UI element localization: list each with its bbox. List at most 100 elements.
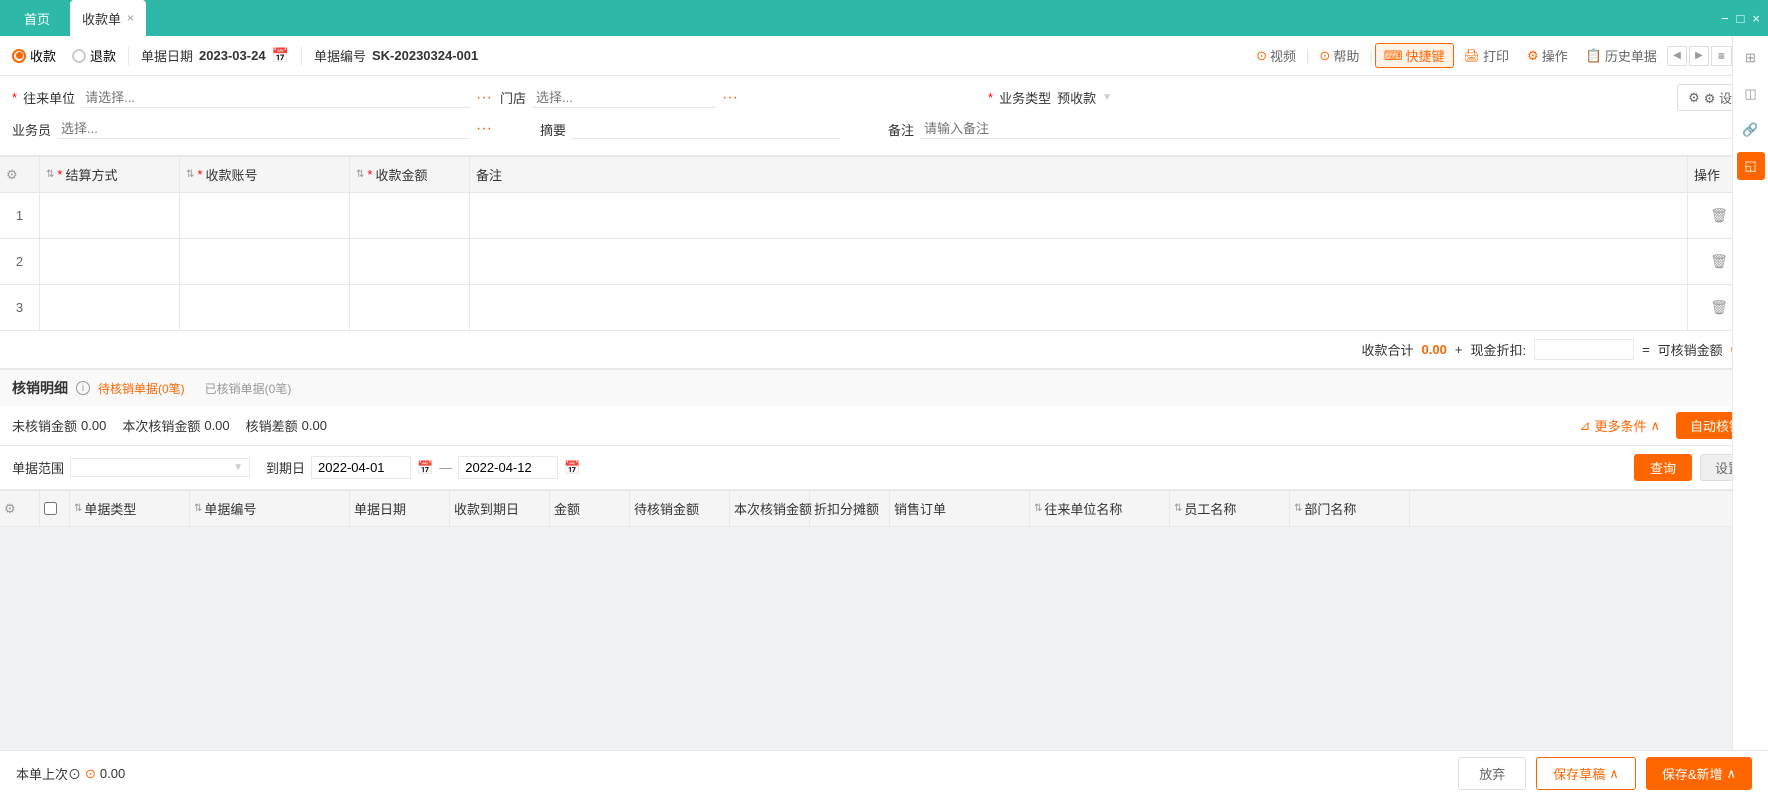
reconciliation-info-icon[interactable]: i (76, 381, 90, 395)
per-order-info-icon[interactable]: ⊙ (85, 766, 96, 782)
row-3-account[interactable] (180, 285, 350, 330)
row-2-remarks[interactable] (470, 239, 1688, 284)
business-type-arrow[interactable]: ▼ (1102, 92, 1112, 103)
date-from-icon[interactable]: 📅 (417, 460, 433, 476)
tab-close-btn[interactable]: × (127, 11, 134, 25)
detail-th-partner-sort[interactable]: ⇅ (1034, 503, 1042, 514)
detail-th-type-label: 单据类型 (84, 499, 136, 518)
shop-input[interactable] (532, 88, 716, 108)
window-close-btn[interactable]: × (1752, 11, 1760, 26)
reconciliation-section: 核销明细 i 待核销单据(0笔) 已核销单据(0笔) (0, 369, 1768, 406)
sidebar-icon-2[interactable]: ◫ (1737, 80, 1765, 108)
next-btn[interactable]: ▶ (1689, 46, 1709, 66)
refund-radio-circle (72, 49, 86, 63)
row-1-remarks[interactable] (470, 193, 1688, 238)
detail-settings-icon[interactable]: ⚙ (4, 501, 16, 517)
partner-input[interactable] (81, 88, 470, 108)
partner-more-btn[interactable]: ··· (476, 89, 492, 107)
sidebar-link-icon: 🔗 (1742, 122, 1758, 138)
detail-th-number-sort[interactable]: ⇅ (194, 503, 202, 514)
row-2-delete-icon[interactable]: 🗑 (1710, 253, 1728, 270)
tab-home-label: 首页 (24, 9, 50, 28)
row-2-account[interactable] (180, 239, 350, 284)
row-1-delete-icon[interactable]: 🗑 (1710, 207, 1728, 224)
detail-th-checkbox[interactable] (40, 491, 70, 526)
sidebar-icon-4[interactable]: ◱ (1737, 152, 1765, 180)
staff-section: 业务员 ··· (12, 119, 492, 139)
receipt-radio[interactable]: 收款 (12, 46, 56, 65)
th-settings[interactable]: ⚙ (0, 157, 40, 192)
diff-stat: 核销差额 0.00 (246, 416, 327, 435)
biz-required-star: * (988, 90, 993, 105)
date-to-icon[interactable]: 📅 (564, 460, 580, 476)
save-arrow-icon[interactable]: ∧ (1726, 766, 1736, 782)
row-3-amount[interactable] (350, 285, 470, 330)
date-label: 单据日期 (141, 46, 193, 65)
remarks-input[interactable] (920, 119, 1756, 139)
row-2-payment[interactable] (40, 239, 180, 284)
more-conditions-btn[interactable]: ⊿ 更多条件 ∧ (1580, 416, 1660, 435)
summary-equals: = (1642, 342, 1650, 357)
print-btn[interactable]: 🖨 打印 (1456, 44, 1518, 67)
draft-btn[interactable]: 保存草稿 ∧ (1536, 757, 1636, 790)
prev-btn[interactable]: ◀ (1667, 46, 1687, 66)
date-from-input[interactable] (311, 456, 411, 479)
tab-home[interactable]: 首页 (8, 0, 66, 36)
tab-current[interactable]: 收款单 × (70, 0, 146, 36)
date-to-input[interactable] (458, 456, 558, 479)
calendar-icon[interactable]: 📅 (272, 47, 289, 64)
detail-th-staff-sort[interactable]: ⇅ (1174, 503, 1182, 514)
operations-btn[interactable]: ⚙ 操作 (1519, 44, 1576, 67)
staff-input[interactable] (57, 119, 470, 139)
query-btn[interactable]: 查询 (1634, 454, 1692, 481)
row-1-payment[interactable] (40, 193, 180, 238)
discard-btn[interactable]: 放弃 (1458, 757, 1526, 790)
partner-label: 往来单位 (23, 88, 75, 107)
sidebar-icon-1[interactable]: ⊞ (1737, 44, 1765, 72)
th-payment-sort[interactable]: ⇅ (46, 169, 54, 180)
range-select[interactable]: ▼ (70, 458, 250, 477)
shop-label: 门店 (500, 88, 526, 107)
sidebar-table-icon: ⊞ (1745, 50, 1756, 66)
more-conditions-label: 更多条件 (1594, 416, 1646, 435)
row-2-amount[interactable] (350, 239, 470, 284)
detail-th-staff: ⇅ 员工名称 (1170, 491, 1290, 526)
detail-th-type-sort[interactable]: ⇅ (74, 503, 82, 514)
minimize-btn[interactable]: − (1721, 11, 1729, 26)
summary-section: 摘要 (540, 119, 840, 139)
date-value: 2023-03-24 (199, 48, 266, 63)
refund-radio[interactable]: 退款 (72, 46, 116, 65)
row-1-account[interactable] (180, 193, 350, 238)
sidebar-icon-3[interactable]: 🔗 (1737, 116, 1765, 144)
th-account-sort[interactable]: ⇅ (186, 169, 194, 180)
print-label: 打印 (1483, 46, 1509, 65)
summary-input[interactable] (572, 119, 840, 139)
row-3-payment[interactable] (40, 285, 180, 330)
table-settings-icon[interactable]: ⚙ (6, 167, 18, 183)
operations-icon: ⚙ (1527, 48, 1539, 64)
row-3-remarks[interactable] (470, 285, 1688, 330)
save-btn[interactable]: 保存&新增 ∧ (1646, 757, 1752, 790)
help-btn[interactable]: ⊙ 帮助 (1311, 44, 1367, 67)
done-tab[interactable]: 已核销单据(0笔) (205, 380, 292, 397)
layout-list-btn[interactable]: ≡ (1711, 46, 1732, 66)
pending-tab[interactable]: 待核销单据(0笔) (98, 380, 185, 397)
video-btn[interactable]: ⊙ 视频 (1248, 44, 1304, 67)
detail-th-dept-sort[interactable]: ⇅ (1294, 503, 1302, 514)
shop-more-btn[interactable]: ··· (722, 89, 738, 107)
summary-discount-input[interactable] (1534, 339, 1634, 360)
shortcuts-btn[interactable]: ⌨ 快捷键 (1375, 43, 1454, 68)
row-1-amount[interactable] (350, 193, 470, 238)
current-stat: 本次核销金额 0.00 (122, 416, 229, 435)
detail-th-pending: 待核销金额 (630, 491, 730, 526)
row-3-delete-icon[interactable]: 🗑 (1710, 299, 1728, 316)
detail-th-settings[interactable]: ⚙ (0, 491, 40, 526)
staff-more-btn[interactable]: ··· (476, 120, 492, 138)
th-amount-sort[interactable]: ⇅ (356, 169, 364, 180)
maximize-btn[interactable]: □ (1737, 11, 1745, 26)
draft-arrow-icon[interactable]: ∧ (1609, 766, 1619, 782)
detail-th-order: 销售订单 (890, 491, 1030, 526)
detail-th-partner-label: 往来单位名称 (1044, 499, 1122, 518)
detail-select-all[interactable] (44, 502, 57, 515)
history-btn[interactable]: 📋 历史单据 (1578, 44, 1665, 67)
